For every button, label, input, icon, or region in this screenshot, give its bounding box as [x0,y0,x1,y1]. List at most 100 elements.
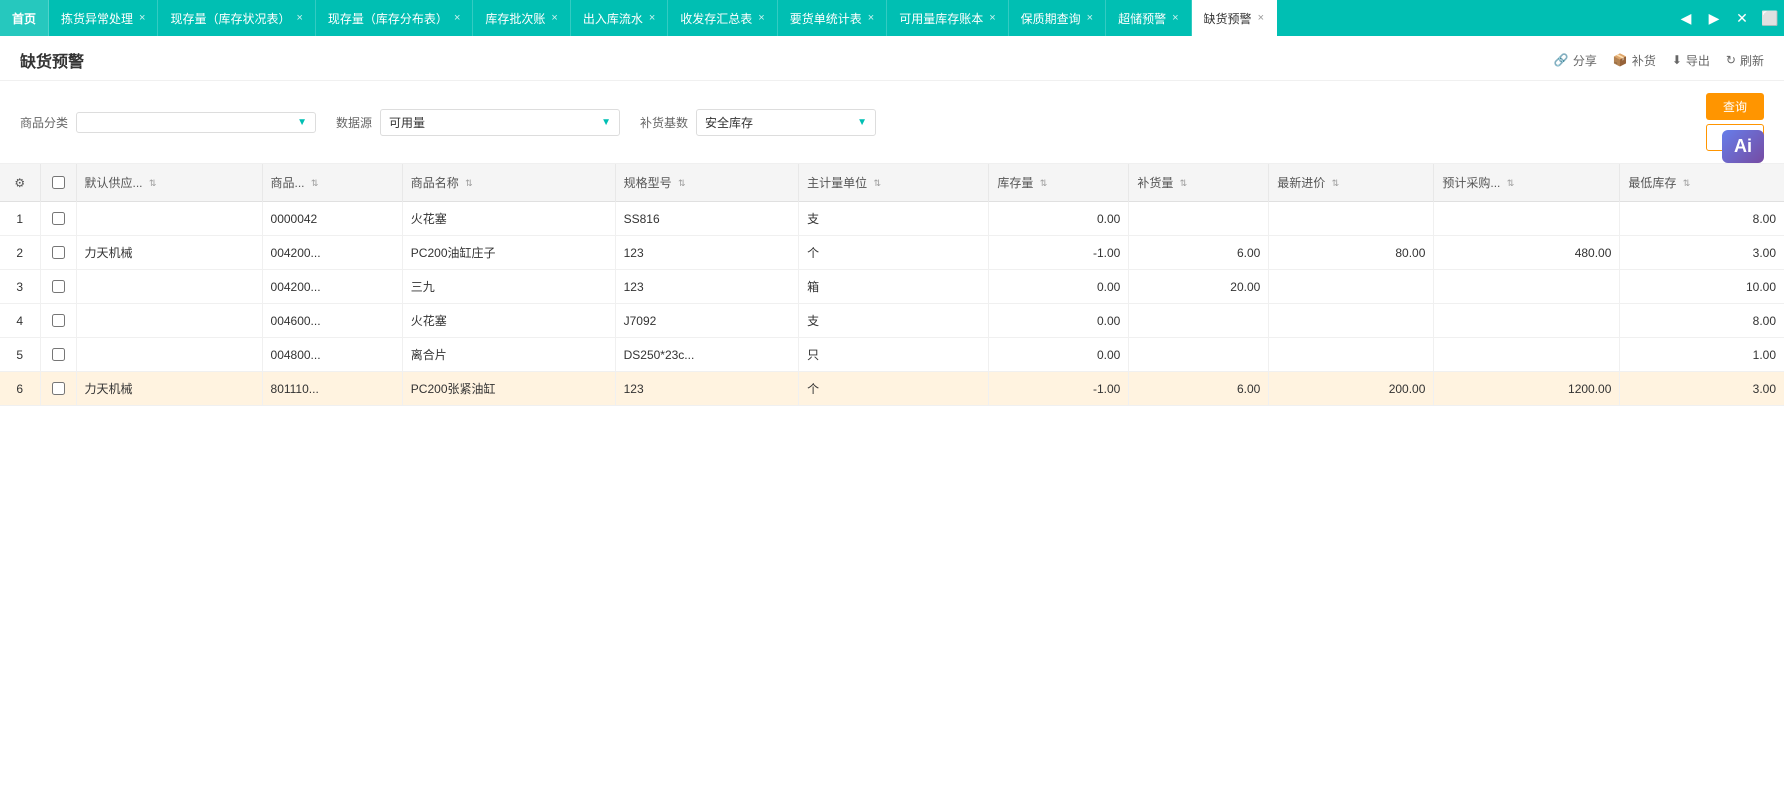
row-checkbox-4[interactable] [52,348,65,361]
row-price-3 [1269,304,1434,338]
col-gear-header[interactable]: ⚙ [0,164,40,202]
row-checkbox-2[interactable] [52,280,65,293]
tab-close-inventory-status[interactable]: × [296,12,302,24]
col-spec-header[interactable]: 规格型号 ⇅ [615,164,799,202]
row-code-0: 0000042 [262,202,402,236]
sort-replenish-icon: ⇅ [1180,178,1188,188]
sort-min-stock-icon: ⇅ [1683,178,1691,188]
row-name-1: PC200油缸庄子 [402,236,615,270]
row-min-stock-2: 10.00 [1620,270,1784,304]
row-checkbox-1[interactable] [52,246,65,259]
ai-badge[interactable]: Ai [1722,130,1764,163]
tab-nav-actions: ◀ ▶ ✕ ⬜ [1672,10,1784,27]
col-replenish-qty-header[interactable]: 补货量 ⇅ [1129,164,1269,202]
datasource-label: 数据源 [336,114,372,131]
row-code-3: 004600... [262,304,402,338]
row-checkbox-0[interactable] [52,212,65,225]
select-all-checkbox[interactable] [52,176,65,189]
row-stock-5: -1.00 [989,372,1129,406]
row-check-5[interactable] [40,372,76,406]
datasource-select[interactable]: 可用量 ▼ [380,109,620,136]
tab-close-order-stats[interactable]: × [868,12,874,24]
replenish-base-label: 补货基数 [640,114,688,131]
replenish-action[interactable]: 📦 补货 [1613,52,1656,69]
row-stock-0: 0.00 [989,202,1129,236]
row-replenish-4 [1129,338,1269,372]
tab-order-stats[interactable]: 要货单统计表 × [778,0,887,36]
row-check-1[interactable] [40,236,76,270]
tab-close-inout-flow[interactable]: × [649,12,655,24]
replenish-base-filter-group: 补货基数 安全库存 ▼ [640,109,876,136]
col-stock-qty-header[interactable]: 库存量 ⇅ [989,164,1129,202]
row-estimated-3 [1434,304,1620,338]
row-unit-0: 支 [799,202,989,236]
col-product-code-header[interactable]: 商品... ⇅ [262,164,402,202]
tab-available-ledger[interactable]: 可用量库存账本 × [887,0,1008,36]
tab-close-all-button[interactable]: ✕ [1728,10,1756,27]
tab-inout-flow[interactable]: 出入库流水 × [571,0,668,36]
tab-batch-account[interactable]: 库存批次账 × [473,0,570,36]
tab-close-expiry-query[interactable]: × [1087,12,1093,24]
row-estimated-4 [1434,338,1620,372]
row-check-3[interactable] [40,304,76,338]
tab-maximize-button[interactable]: ⬜ [1756,10,1784,27]
tab-close-overstock-warn[interactable]: × [1172,12,1178,24]
tab-close-batch-account[interactable]: × [551,12,557,24]
row-replenish-3 [1129,304,1269,338]
tab-shortage-warn[interactable]: 缺货预警 × [1192,0,1277,36]
tab-expiry-query[interactable]: 保质期查询 × [1009,0,1106,36]
datasource-filter-group: 数据源 可用量 ▼ [336,109,620,136]
query-button[interactable]: 查询 [1706,93,1764,120]
row-spec-3: J7092 [615,304,799,338]
col-latest-price-header[interactable]: 最新进价 ⇅ [1269,164,1434,202]
data-table: ⚙ 默认供应... ⇅ 商品... ⇅ [0,164,1784,406]
row-seq-2: 3 [0,270,40,304]
tab-inventory-status[interactable]: 现存量（库存状况表） × [158,0,315,36]
row-price-1: 80.00 [1269,236,1434,270]
sort-stock-icon: ⇅ [1040,178,1048,188]
col-estimated-purchase-header[interactable]: 预计采购... ⇅ [1434,164,1620,202]
tab-close-defect-proc[interactable]: × [139,12,145,24]
row-supplier-1: 力天机械 [76,236,262,270]
replenish-base-chevron-icon: ▼ [857,117,867,128]
export-action[interactable]: ⬇ 导出 [1672,52,1710,69]
col-min-stock-header[interactable]: 最低库存 ⇅ [1620,164,1784,202]
tab-close-available-ledger[interactable]: × [989,12,995,24]
tab-close-shortage-warn[interactable]: × [1258,12,1264,24]
col-check-header[interactable] [40,164,76,202]
row-check-4[interactable] [40,338,76,372]
row-supplier-2 [76,270,262,304]
replenish-base-value: 安全库存 [705,114,753,131]
tab-next-button[interactable]: ▶ [1700,10,1728,27]
row-name-0: 火花塞 [402,202,615,236]
sort-unit-icon: ⇅ [873,178,881,188]
tab-overstock-warn[interactable]: 超储预警 × [1106,0,1191,36]
tab-defect-proc[interactable]: 拣货异常处理 × [49,0,158,36]
col-default-supplier-header[interactable]: 默认供应... ⇅ [76,164,262,202]
header-actions: 🔗 分享 📦 补货 ⬇ 导出 ↻ 刷新 [1554,52,1764,69]
row-name-5: PC200张紧油缸 [402,372,615,406]
tab-recv-summary[interactable]: 收发存汇总表 × [668,0,777,36]
tab-inventory-dist[interactable]: 现存量（库存分布表） × [316,0,473,36]
sort-price-icon: ⇅ [1332,178,1340,188]
row-checkbox-3[interactable] [52,314,65,327]
row-price-0 [1269,202,1434,236]
category-select[interactable]: ▼ [76,112,316,133]
tab-close-inventory-dist[interactable]: × [454,12,460,24]
tab-bar: 首页 拣货异常处理 × 现存量（库存状况表） × 现存量（库存分布表） × 库存… [0,0,1784,36]
row-name-4: 离合片 [402,338,615,372]
tab-close-recv-summary[interactable]: × [758,12,764,24]
row-code-1: 004200... [262,236,402,270]
replenish-base-select[interactable]: 安全库存 ▼ [696,109,876,136]
row-checkbox-5[interactable] [52,382,65,395]
tab-home[interactable]: 首页 [0,0,49,36]
row-replenish-0 [1129,202,1269,236]
col-product-name-header[interactable]: 商品名称 ⇅ [402,164,615,202]
share-action[interactable]: 🔗 分享 [1554,52,1597,69]
col-unit-header[interactable]: 主计量单位 ⇅ [799,164,989,202]
refresh-action[interactable]: ↻ 刷新 [1726,52,1764,69]
row-check-0[interactable] [40,202,76,236]
row-check-2[interactable] [40,270,76,304]
tab-prev-button[interactable]: ◀ [1672,10,1700,27]
row-code-5: 801110... [262,372,402,406]
